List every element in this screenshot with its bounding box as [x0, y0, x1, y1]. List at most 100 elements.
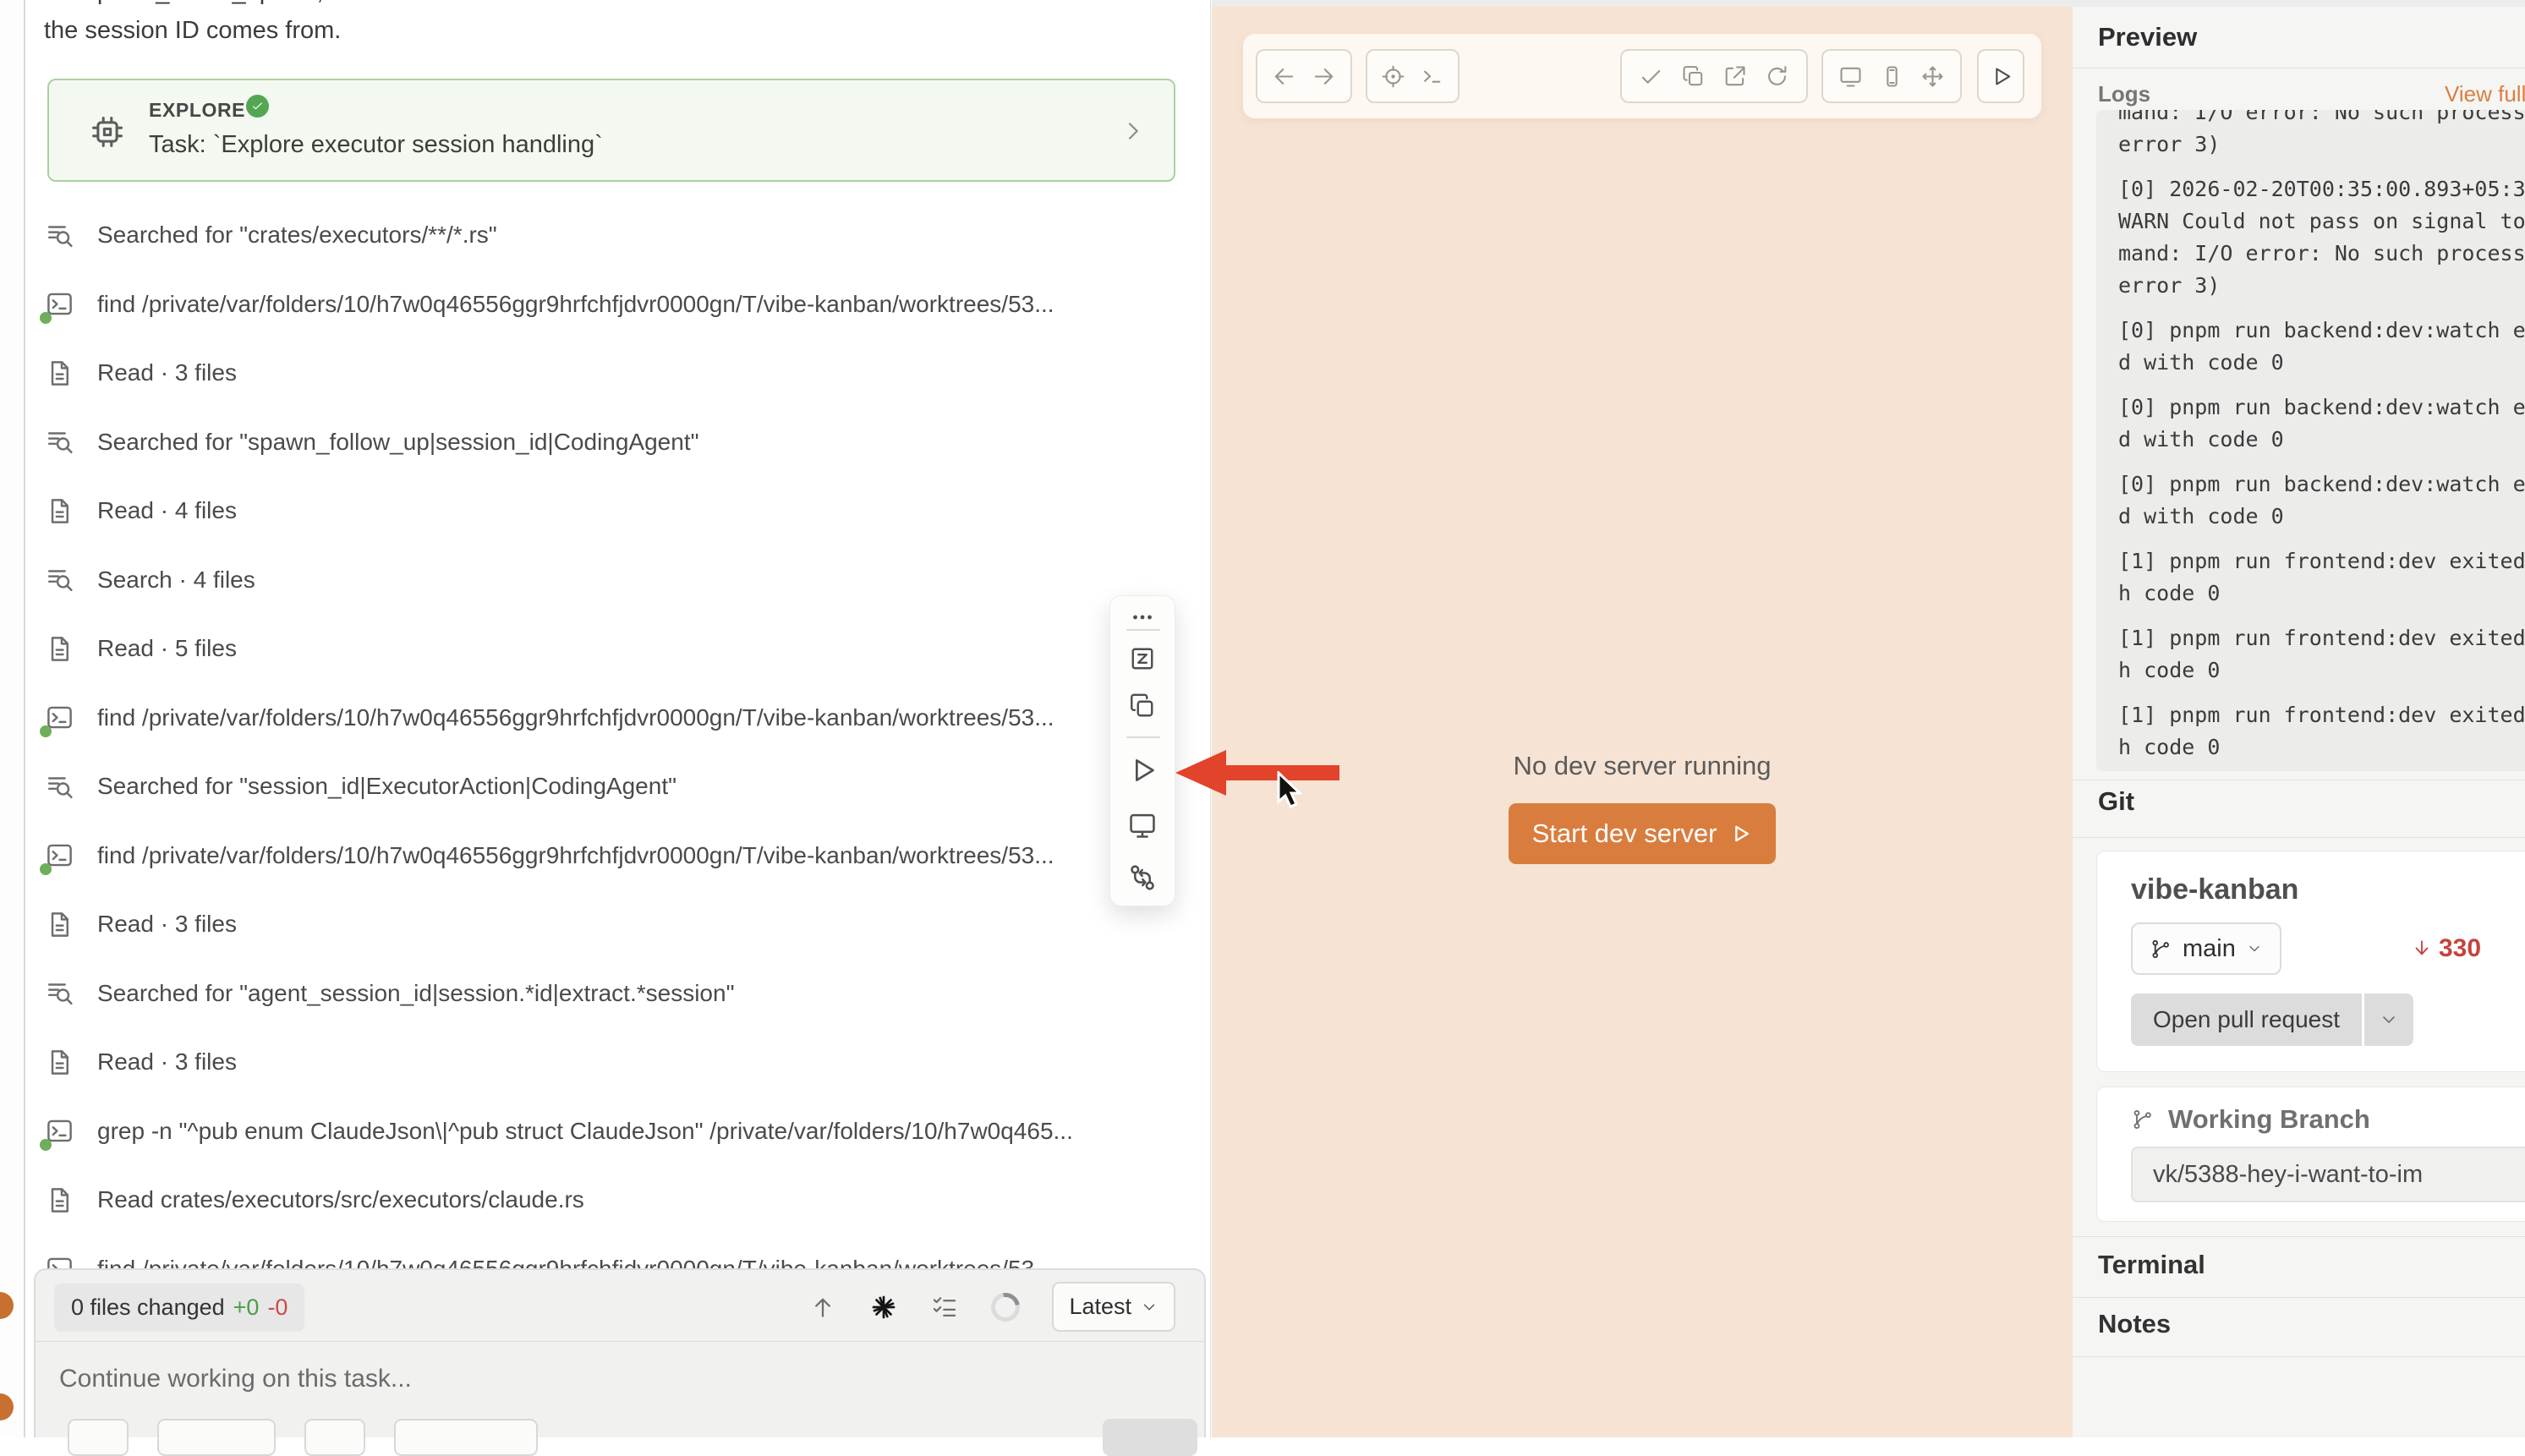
move-icon[interactable] — [1920, 63, 1946, 90]
terminal-prompt-icon[interactable] — [1419, 63, 1445, 90]
attempt-selector[interactable]: Latest — [1052, 1282, 1175, 1332]
action-list-item[interactable]: Searched for "agent_session_id|session.*… — [27, 959, 1210, 1028]
composer-action-pill[interactable] — [394, 1419, 538, 1456]
start-dev-server-label: Start dev server — [1531, 818, 1717, 848]
file-search-icon — [44, 426, 75, 457]
chevron-down-icon — [2246, 940, 2263, 957]
log-entry: [0] pnpm run backend:dev:watch exite d w… — [2118, 472, 2525, 528]
action-list-item[interactable]: find /private/var/folders/10/h7w0q46556g… — [27, 270, 1210, 339]
send-button[interactable] — [1103, 1419, 1197, 1456]
mouse-cursor — [1277, 771, 1303, 808]
action-list-item[interactable]: Search · 4 files — [27, 545, 1210, 615]
file-search-icon — [44, 220, 75, 251]
view-full-logs-link[interactable]: View full logs — [2445, 81, 2525, 107]
play-icon[interactable] — [1988, 63, 2014, 90]
action-text: Read · 3 files — [97, 359, 237, 386]
action-text: Searched for "spawn_follow_up|session_id… — [97, 428, 699, 455]
mobile-icon[interactable] — [1879, 63, 1905, 90]
status-dot — [40, 312, 52, 324]
file-search-icon — [44, 564, 75, 595]
logs-output[interactable]: mand: I/O error: No such process (os err… — [2096, 110, 2525, 771]
git-compare-icon[interactable] — [1126, 862, 1158, 894]
action-list-item[interactable]: Read · 3 files — [27, 338, 1210, 408]
preview-section-title: Preview — [2098, 22, 2198, 52]
repo-name: vibe-kanban — [2131, 873, 2299, 906]
avatar — [0, 1393, 14, 1420]
working-branch-field[interactable]: vk/5388-hey-i-want-to-im — [2131, 1147, 2525, 1202]
base-branch-selector[interactable]: main — [2131, 922, 2281, 975]
action-list-item[interactable]: Read · 5 files — [27, 614, 1210, 683]
left-edge-strip — [0, 0, 25, 1437]
log-entry: [1] pnpm run frontend:dev exited wit h c… — [2118, 626, 2525, 682]
toolbar-group — [1256, 49, 1352, 103]
dots-handle-icon[interactable] — [1128, 603, 1157, 632]
divider — [2073, 1297, 2525, 1298]
logs-label: Logs — [2098, 81, 2151, 107]
terminal-icon — [40, 702, 75, 737]
action-text: Read · 4 files — [97, 497, 237, 523]
open-pr-split-button: Open pull request — [2131, 993, 2414, 1046]
working-branch-header: Working Branch — [2131, 1104, 2370, 1135]
log-entry: [0] 2026-02-20T00:35:00.893+05:30 WARN C… — [2118, 177, 2525, 298]
copy-stack-icon[interactable] — [1127, 691, 1158, 721]
additions-count: +0 — [233, 1295, 260, 1320]
action-list-item[interactable]: Read · 3 files — [27, 889, 1210, 959]
action-list-item[interactable]: Searched for "session_id|ExecutorAction|… — [27, 752, 1210, 821]
file-icon — [44, 495, 75, 527]
action-list-item[interactable]: Read crates/executors/src/executors/clau… — [27, 1165, 1210, 1234]
terminal-icon — [40, 288, 75, 324]
files-changed-badge: 0 files changed +0 -0 — [54, 1284, 305, 1332]
toolbar-group — [1366, 49, 1460, 103]
action-text: grep -n "^pub enum ClaudeJson\|^pub stru… — [97, 1117, 1073, 1144]
action-text: Searched for "agent_session_id|session.*… — [97, 979, 735, 1006]
file-icon — [44, 1047, 75, 1078]
chevron-down-icon — [2379, 1010, 2399, 1030]
copy-icon[interactable] — [1680, 63, 1706, 90]
open-pr-dropdown-button[interactable] — [2364, 993, 2414, 1046]
refresh-icon[interactable] — [1764, 63, 1790, 90]
followup-input[interactable]: Continue working on this task... — [59, 1365, 1158, 1393]
file-icon — [44, 358, 75, 389]
git-repo-card: vibe-kanban main 330 Open pull request — [2096, 851, 2525, 1072]
toolbar-group — [1620, 49, 1808, 103]
composer-action-pill[interactable] — [304, 1419, 365, 1456]
screenshot-icon[interactable] — [1127, 643, 1158, 674]
commits-behind-count: 330 — [2439, 934, 2482, 962]
action-text: Searched for "crates/executors/**/*.rs" — [97, 222, 497, 248]
action-text: find /private/var/folders/10/h7w0q46556g… — [97, 841, 1054, 868]
terminal-section-header[interactable]: Terminal — [2098, 1250, 2205, 1280]
action-text: find /private/var/folders/10/h7w0q46556g… — [97, 290, 1054, 317]
chevron-down-icon — [1140, 1298, 1158, 1316]
start-dev-server-button[interactable]: Start dev server — [1508, 803, 1777, 864]
action-list-item[interactable]: Read · 3 files — [27, 1027, 1210, 1097]
burst-icon[interactable] — [869, 1293, 898, 1322]
attempt-selector-label: Latest — [1069, 1294, 1131, 1319]
commits-behind-badge: 330 — [2410, 934, 2481, 963]
toolbar-group — [1977, 49, 2024, 103]
action-text: Read crates/executors/src/executors/clau… — [97, 1186, 584, 1212]
composer-action-pill[interactable] — [68, 1419, 129, 1456]
action-list-item[interactable]: find /private/var/folders/10/h7w0q46556g… — [27, 683, 1210, 753]
external-link-icon[interactable] — [1722, 63, 1748, 90]
play-icon[interactable] — [1126, 753, 1159, 787]
action-list-item[interactable]: Read · 4 files — [27, 476, 1210, 545]
desktop-icon[interactable] — [1838, 63, 1864, 90]
scroll-to-top-icon[interactable] — [808, 1293, 837, 1322]
monitor-icon[interactable] — [1126, 809, 1158, 841]
action-list-item[interactable]: grep -n "^pub enum ClaudeJson\|^pub stru… — [27, 1097, 1210, 1166]
divider — [2073, 1236, 2525, 1237]
target-icon[interactable] — [1380, 63, 1406, 90]
status-dot — [40, 863, 52, 875]
action-list-item[interactable]: find /private/var/folders/10/h7w0q46556g… — [27, 821, 1210, 890]
action-list-item[interactable]: Searched for "spawn_follow_up|session_id… — [27, 408, 1210, 477]
file-search-icon — [44, 977, 75, 1009]
notes-section-header[interactable]: Notes — [2098, 1309, 2171, 1339]
check-icon[interactable] — [1638, 63, 1664, 90]
checklist-icon[interactable] — [930, 1293, 959, 1322]
arrow-down-icon — [2410, 937, 2434, 961]
arrow-left-icon[interactable] — [1271, 63, 1297, 90]
arrow-right-icon[interactable] — [1311, 63, 1337, 90]
composer-action-pill[interactable] — [157, 1419, 276, 1456]
action-list-item[interactable]: Searched for "crates/executors/**/*.rs" — [27, 200, 1210, 270]
open-pull-request-button[interactable]: Open pull request — [2131, 993, 2363, 1046]
